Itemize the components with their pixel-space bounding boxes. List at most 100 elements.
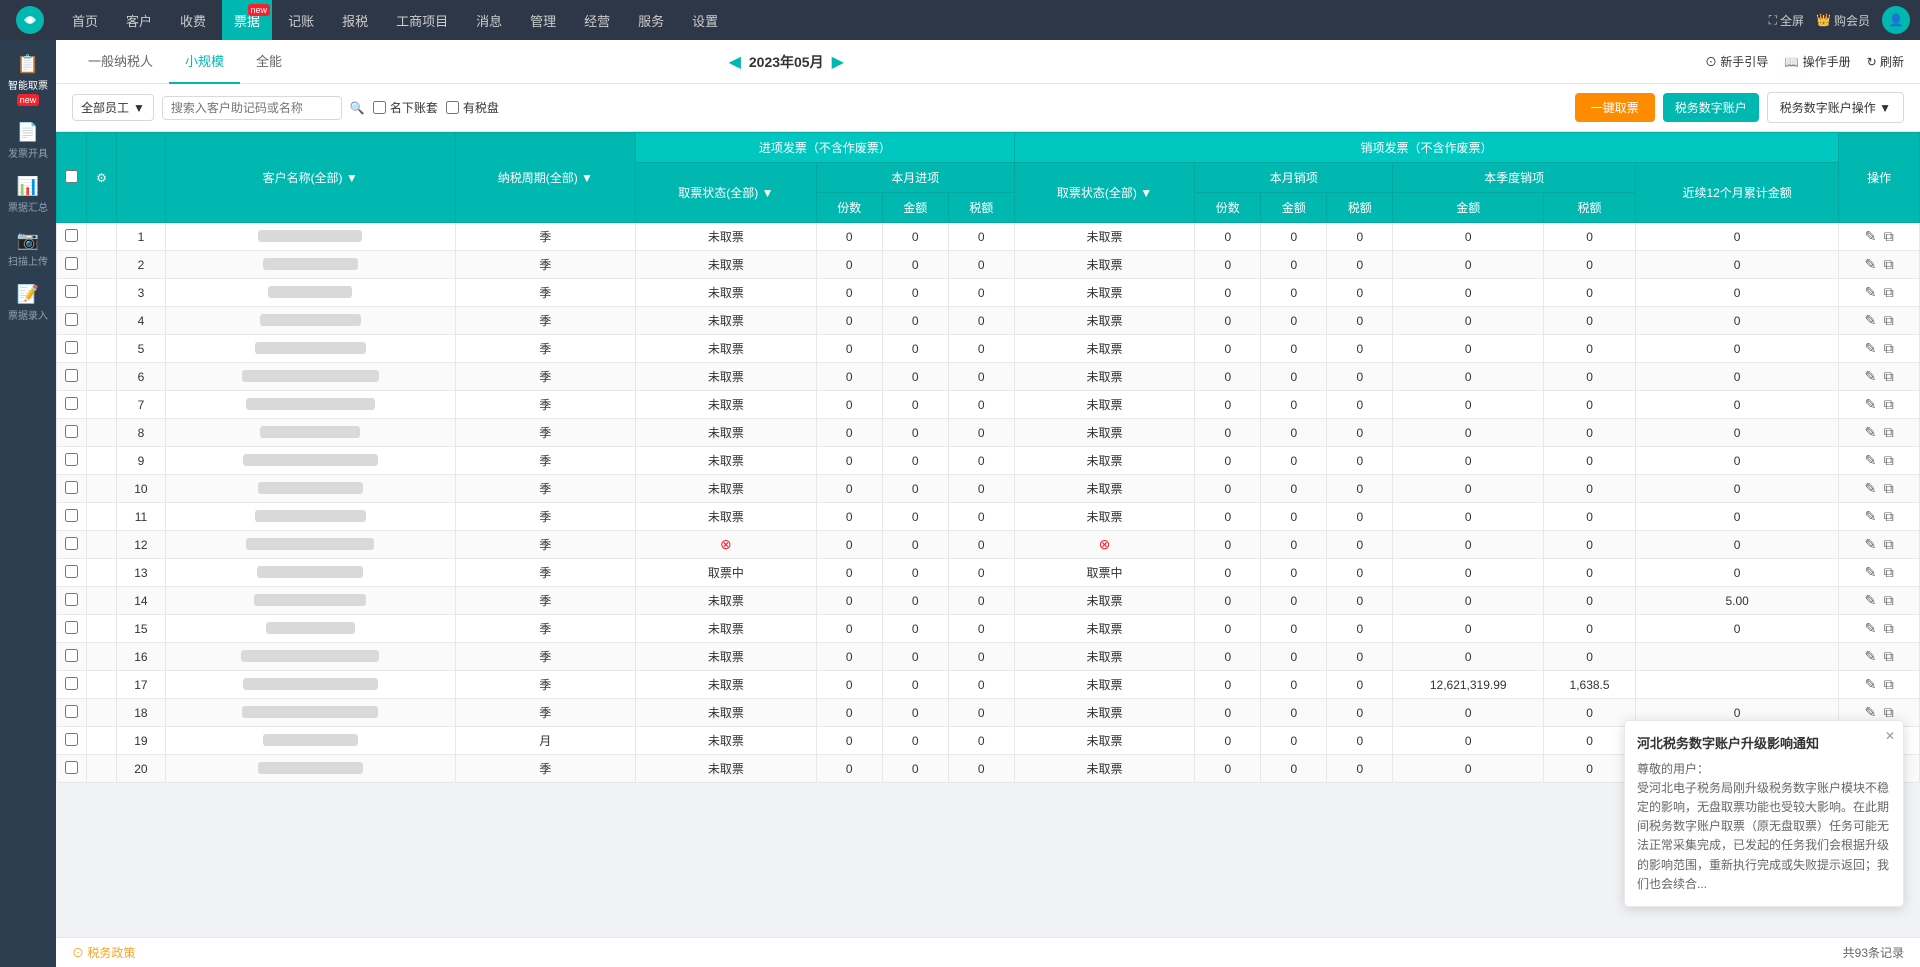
sidebar-item-invoice-open[interactable]: 📄 发票开具: [2, 116, 54, 166]
tab-small-scale[interactable]: 小规模: [169, 40, 240, 84]
row-checkbox[interactable]: [65, 537, 78, 550]
edit-icon[interactable]: ✎: [1865, 480, 1877, 496]
edit-icon[interactable]: ✎: [1865, 424, 1877, 440]
row-checkbox[interactable]: [65, 313, 78, 326]
row-checkbox[interactable]: [65, 509, 78, 522]
edit-icon[interactable]: ✎: [1865, 676, 1877, 692]
edit-icon[interactable]: ✎: [1865, 396, 1877, 412]
copy-icon[interactable]: ⧉: [1884, 508, 1894, 524]
sidebar-item-invoice-entry[interactable]: 📝 票据录入: [2, 278, 54, 328]
row-checkbox[interactable]: [65, 677, 78, 690]
copy-icon[interactable]: ⧉: [1884, 676, 1894, 692]
edit-icon[interactable]: ✎: [1865, 312, 1877, 328]
edit-icon[interactable]: ✎: [1865, 284, 1877, 300]
copy-icon[interactable]: ⧉: [1884, 564, 1894, 580]
one-key-ticket-btn[interactable]: 一键取票: [1575, 93, 1655, 122]
nav-billing[interactable]: 收费: [168, 0, 218, 40]
copy-icon[interactable]: ⧉: [1884, 312, 1894, 328]
copy-icon[interactable]: ⧉: [1884, 396, 1894, 412]
row-checkbox[interactable]: [65, 341, 78, 354]
edit-icon[interactable]: ✎: [1865, 592, 1877, 608]
sidebar-item-smart-ticket[interactable]: 📋 智能取票 new: [2, 48, 54, 112]
copy-icon[interactable]: ⧉: [1884, 648, 1894, 664]
copy-icon[interactable]: ⧉: [1884, 536, 1894, 552]
out-ticket-status-header[interactable]: 取票状态(全部) ▼: [1014, 163, 1195, 223]
tab-general-taxpayer[interactable]: 一般纳税人: [72, 40, 169, 84]
row-checkbox[interactable]: [65, 481, 78, 494]
edit-icon[interactable]: ✎: [1865, 704, 1877, 720]
row-checkbox[interactable]: [65, 565, 78, 578]
copy-icon[interactable]: ⧉: [1884, 228, 1894, 244]
nav-tax[interactable]: 报税: [330, 0, 380, 40]
customer-name-header[interactable]: 客户名称(全部) ▼: [165, 133, 455, 223]
row-checkbox[interactable]: [65, 285, 78, 298]
row-checkbox[interactable]: [65, 733, 78, 746]
row-checkbox[interactable]: [65, 257, 78, 270]
copy-icon[interactable]: ⧉: [1884, 704, 1894, 720]
edit-icon[interactable]: ✎: [1865, 368, 1877, 384]
checkbox-tax-disk[interactable]: 有税盘: [446, 99, 499, 116]
nav-business[interactable]: 工商项目: [384, 0, 460, 40]
new-user-guide-btn[interactable]: ⊙ 新手引导: [1705, 53, 1768, 70]
nav-manage[interactable]: 管理: [518, 0, 568, 40]
row-checkbox[interactable]: [65, 621, 78, 634]
copy-icon[interactable]: ⧉: [1884, 480, 1894, 496]
tax-digital-account-btn[interactable]: 税务数字账户: [1663, 93, 1759, 122]
fullscreen-btn[interactable]: ⛶ 全屏: [1769, 12, 1804, 29]
nav-invoice[interactable]: 票据 new: [222, 0, 272, 40]
row-checkbox[interactable]: [65, 397, 78, 410]
user-avatar[interactable]: 👤: [1882, 6, 1910, 34]
tax-period-header[interactable]: 纳税周期(全部) ▼: [455, 133, 636, 223]
copy-icon[interactable]: ⧉: [1884, 452, 1894, 468]
nav-service[interactable]: 服务: [626, 0, 676, 40]
nav-settings[interactable]: 设置: [680, 0, 730, 40]
select-all-checkbox[interactable]: [65, 170, 78, 183]
operation-manual-btn[interactable]: 📖 操作手册: [1784, 53, 1850, 70]
edit-icon[interactable]: ✎: [1865, 564, 1877, 580]
copy-icon[interactable]: ⧉: [1884, 340, 1894, 356]
search-input[interactable]: [162, 96, 342, 120]
search-icon-btn[interactable]: 🔍: [350, 101, 365, 115]
row-checkbox[interactable]: [65, 761, 78, 774]
logo[interactable]: [10, 0, 50, 40]
nav-operation[interactable]: 经营: [572, 0, 622, 40]
edit-icon[interactable]: ✎: [1865, 256, 1877, 272]
edit-icon[interactable]: ✎: [1865, 340, 1877, 356]
row-checkbox[interactable]: [65, 425, 78, 438]
row-checkbox[interactable]: [65, 369, 78, 382]
nav-bookkeeping[interactable]: 记账: [276, 0, 326, 40]
row-checkbox[interactable]: [65, 453, 78, 466]
tab-all[interactable]: 全能: [240, 40, 298, 84]
tax-digital-account-ops-btn[interactable]: 税务数字账户操作 ▼: [1767, 92, 1904, 123]
notification-close-btn[interactable]: ✕: [1885, 729, 1895, 743]
tax-policy-link[interactable]: ⊙ 税务政策: [72, 944, 135, 961]
checkbox-sub-account[interactable]: 名下账套: [373, 99, 438, 116]
row-checkbox[interactable]: [65, 649, 78, 662]
copy-icon[interactable]: ⧉: [1884, 592, 1894, 608]
next-period-btn[interactable]: ▶: [832, 52, 844, 72]
edit-icon[interactable]: ✎: [1865, 536, 1877, 552]
edit-icon[interactable]: ✎: [1865, 620, 1877, 636]
in-ticket-status-header[interactable]: 取票状态(全部) ▼: [636, 163, 817, 223]
row-checkbox[interactable]: [65, 229, 78, 242]
nav-message[interactable]: 消息: [464, 0, 514, 40]
refresh-btn[interactable]: ↻ 刷新: [1867, 53, 1904, 70]
copy-icon[interactable]: ⧉: [1884, 424, 1894, 440]
edit-icon[interactable]: ✎: [1865, 452, 1877, 468]
vip-btn[interactable]: 👑 购会员: [1816, 12, 1870, 29]
row-checkbox[interactable]: [65, 593, 78, 606]
employee-filter[interactable]: 全部员工 ▼: [72, 94, 154, 121]
row-checkbox[interactable]: [65, 705, 78, 718]
edit-icon[interactable]: ✎: [1865, 648, 1877, 664]
copy-icon[interactable]: ⧉: [1884, 284, 1894, 300]
nav-home[interactable]: 首页: [60, 0, 110, 40]
copy-icon[interactable]: ⧉: [1884, 368, 1894, 384]
nav-customer[interactable]: 客户: [114, 0, 164, 40]
edit-icon[interactable]: ✎: [1865, 508, 1877, 524]
prev-period-btn[interactable]: ◀: [729, 52, 741, 72]
copy-icon[interactable]: ⧉: [1884, 620, 1894, 636]
edit-icon[interactable]: ✎: [1865, 228, 1877, 244]
sidebar-item-invoice-summary[interactable]: 📊 票据汇总: [2, 170, 54, 220]
sidebar-item-scan-upload[interactable]: 📷 扫描上传: [2, 224, 54, 274]
copy-icon[interactable]: ⧉: [1884, 256, 1894, 272]
